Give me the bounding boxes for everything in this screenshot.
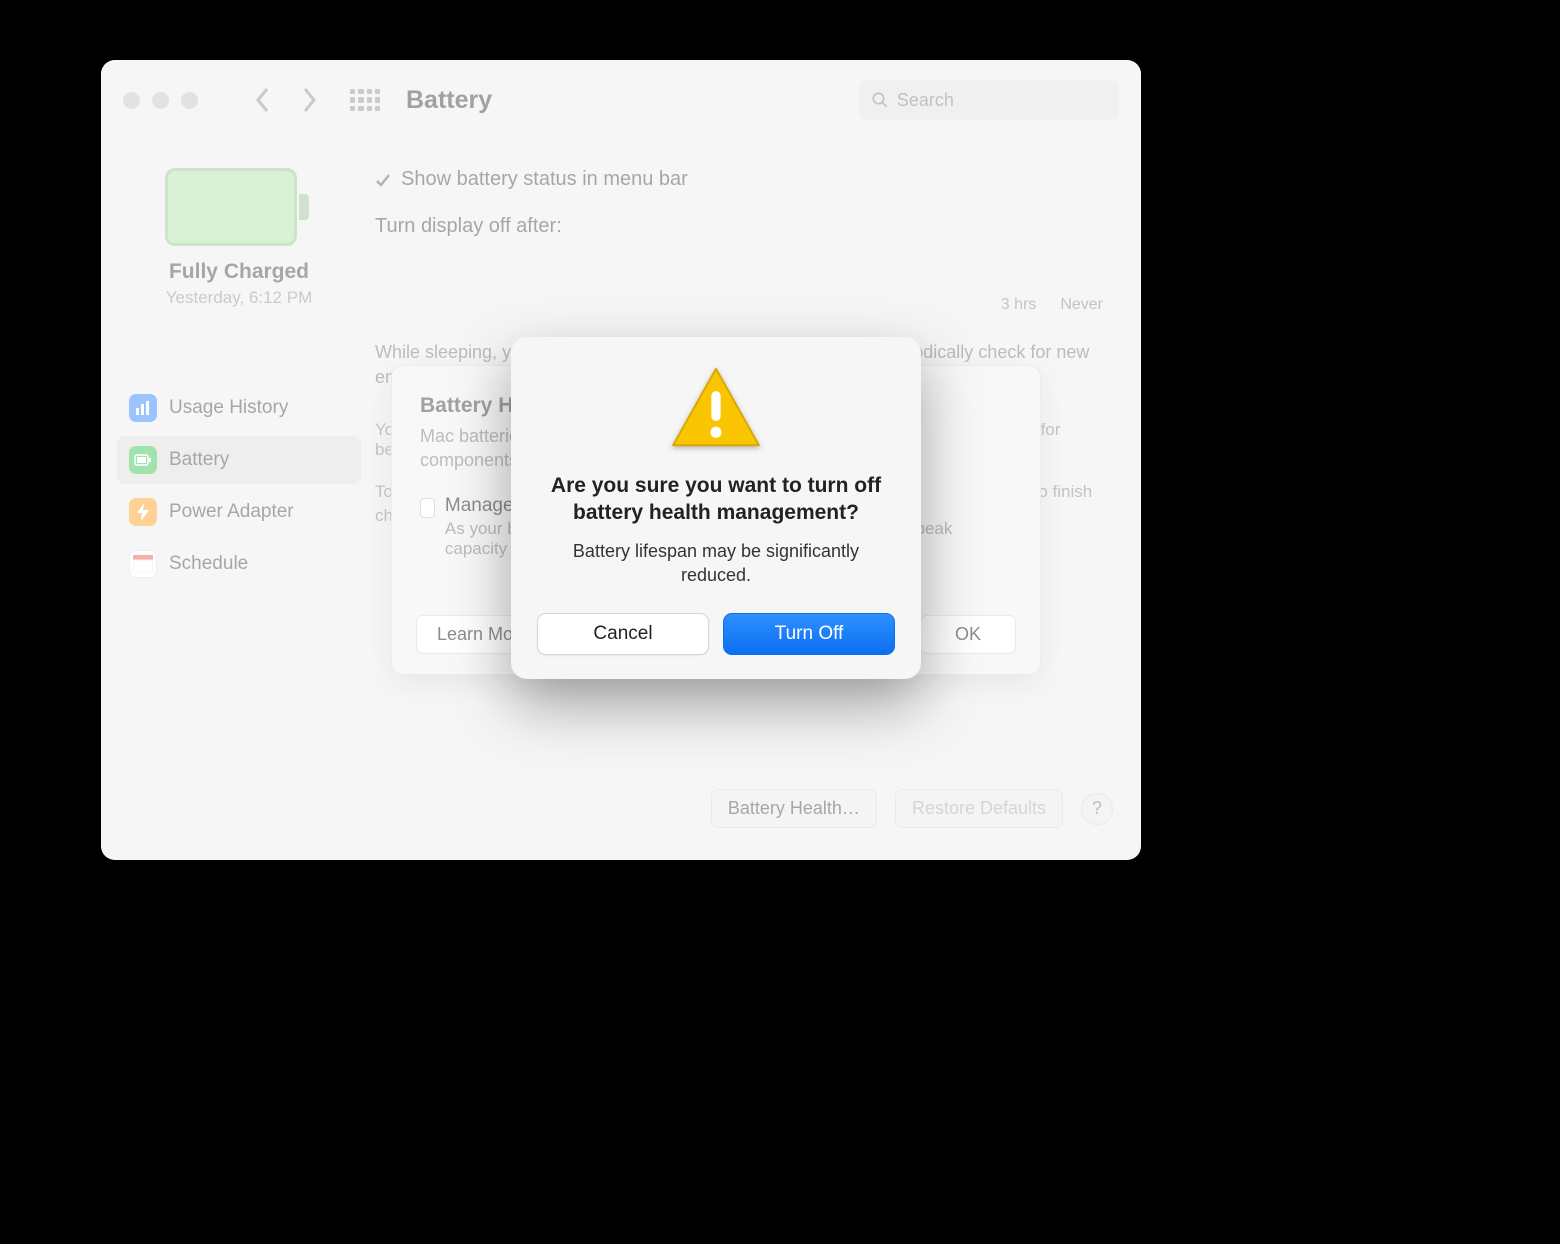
preferences-window: Battery Fully Charged Yesterday, 6:12 PM… xyxy=(101,60,1141,860)
alert-message: Battery lifespan may be significantly re… xyxy=(537,539,895,588)
confirm-turn-off-alert: Are you sure you want to turn off batter… xyxy=(511,337,921,679)
warning-icon xyxy=(669,365,763,449)
turn-off-button[interactable]: Turn Off xyxy=(723,613,895,655)
cancel-button[interactable]: Cancel xyxy=(537,613,709,655)
alert-title: Are you sure you want to turn off batter… xyxy=(537,472,895,527)
